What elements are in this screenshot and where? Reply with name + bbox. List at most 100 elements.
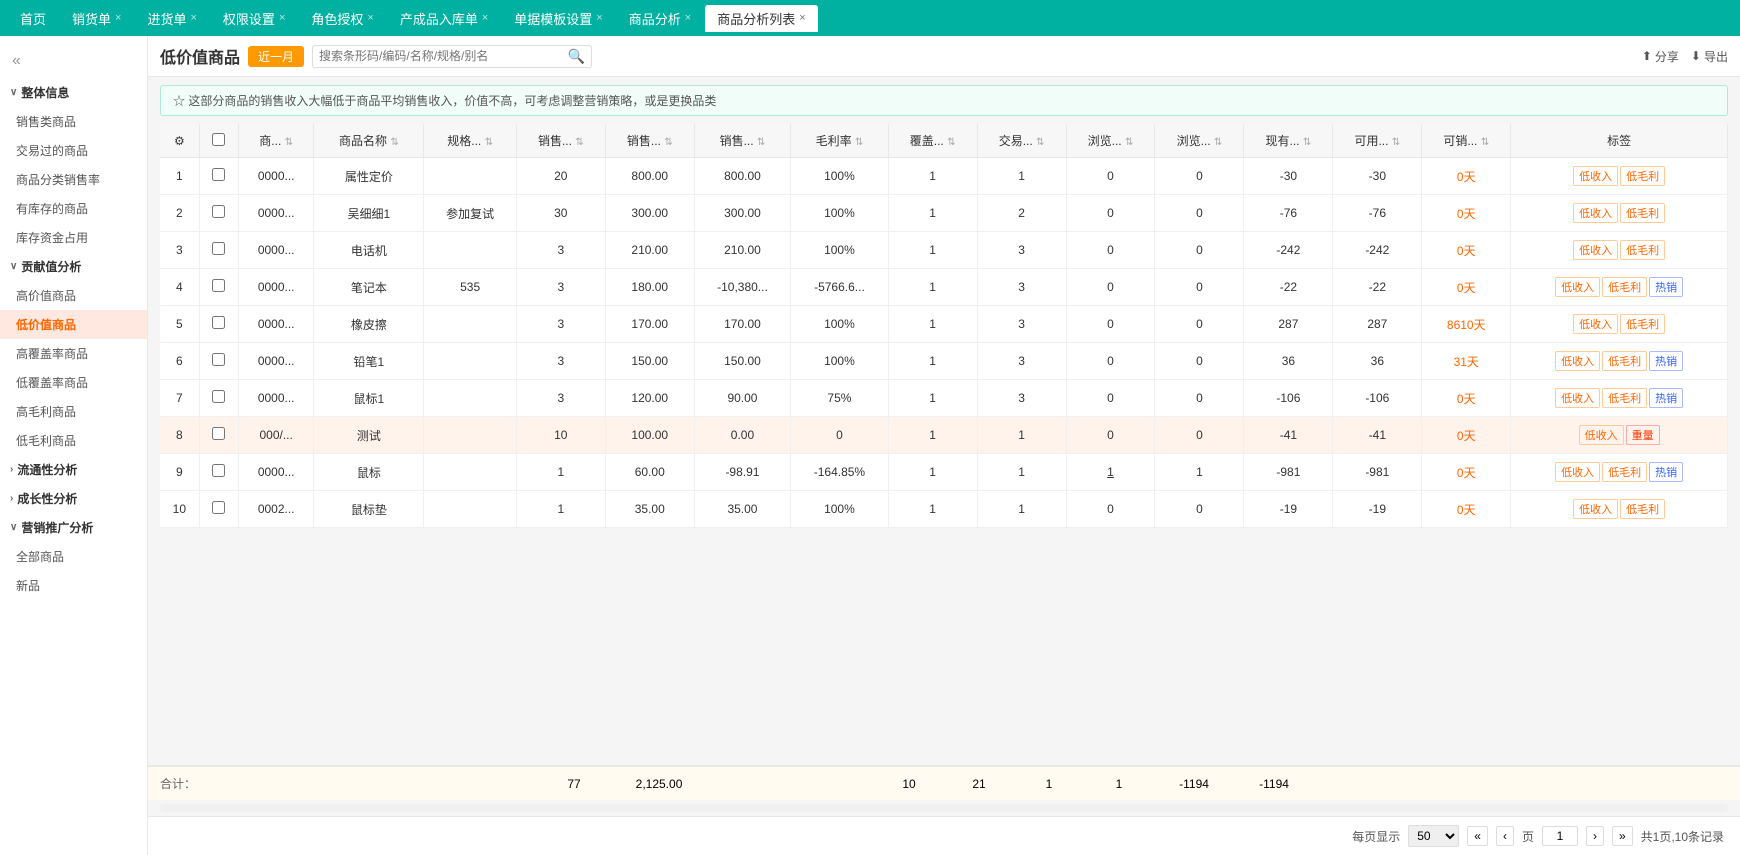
per-page-select[interactable]: 50 100 200 <box>1408 825 1459 847</box>
sidebar-group-overall[interactable]: ∨整体信息 <box>0 78 147 107</box>
th-checkbox[interactable] <box>199 124 238 158</box>
row-select[interactable] <box>212 353 225 366</box>
row-view1[interactable]: 0 <box>1066 491 1155 528</box>
sidebar-item-high-profit[interactable]: 高毛利商品 <box>0 397 147 426</box>
scroll-bar[interactable] <box>160 804 1728 812</box>
collapse-button[interactable]: « <box>8 48 25 74</box>
close-icon[interactable]: × <box>279 12 285 24</box>
export-button[interactable]: ⬇ 导出 <box>1691 48 1728 65</box>
nav-template[interactable]: 单据模板设置 × <box>502 5 614 32</box>
table-wrapper[interactable]: ⚙ 商... ⇅ 商品名称 ⇅ 规格... ⇅ 销售... ⇅ 销售... ⇅ … <box>148 124 1740 765</box>
row-no: 5 <box>160 306 199 343</box>
row-view1[interactable]: 0 <box>1066 158 1155 195</box>
next-page-button[interactable]: › <box>1586 826 1604 846</box>
sidebar-item-all-goods[interactable]: 全部商品 <box>0 542 147 571</box>
sidebar-item-category-rate[interactable]: 商品分类销售率 <box>0 165 147 194</box>
row-checkbox[interactable] <box>199 306 238 343</box>
row-select[interactable] <box>212 279 225 292</box>
close-icon[interactable]: × <box>190 12 196 24</box>
sidebar-item-low-value[interactable]: 低价值商品 <box>0 310 147 339</box>
sidebar-group-circulation[interactable]: ›流通性分析 <box>0 455 147 484</box>
row-checkbox[interactable] <box>199 195 238 232</box>
th-gross[interactable]: 毛利率 ⇅ <box>791 124 888 158</box>
search-icon[interactable]: 🔍 <box>568 48 585 65</box>
filter-button[interactable]: 近一月 <box>248 46 304 67</box>
row-view1[interactable]: 0 <box>1066 380 1155 417</box>
view1-link[interactable]: 1 <box>1107 465 1114 479</box>
th-s3[interactable]: 销售... ⇅ <box>694 124 790 158</box>
row-checkbox[interactable] <box>199 158 238 195</box>
share-button[interactable]: ⬆ 分享 <box>1642 48 1679 65</box>
th-trade[interactable]: 交易... ⇅ <box>977 124 1066 158</box>
sidebar-item-low-profit[interactable]: 低毛利商品 <box>0 426 147 455</box>
th-s2[interactable]: 销售... ⇅ <box>605 124 694 158</box>
close-icon[interactable]: × <box>685 12 691 24</box>
sidebar-item-stock-goods[interactable]: 有库存的商品 <box>0 194 147 223</box>
nav-permission[interactable]: 权限设置 × <box>211 5 297 32</box>
row-view2: 0 <box>1155 232 1244 269</box>
prev-page-button[interactable]: ‹ <box>1496 826 1514 846</box>
row-checkbox[interactable] <box>199 417 238 454</box>
nav-analysis-list[interactable]: 商品分析列表 × <box>705 5 817 32</box>
row-select[interactable] <box>212 427 225 440</box>
row-checkbox[interactable] <box>199 380 238 417</box>
row-view1[interactable]: 0 <box>1066 343 1155 380</box>
row-view1[interactable]: 1 <box>1066 454 1155 491</box>
th-days[interactable]: 可销... ⇅ <box>1422 124 1511 158</box>
sidebar-group-growth[interactable]: ›成长性分析 <box>0 484 147 513</box>
select-all-checkbox[interactable] <box>212 133 225 146</box>
page-input[interactable] <box>1542 826 1578 846</box>
row-view1[interactable]: 0 <box>1066 306 1155 343</box>
first-page-button[interactable]: « <box>1467 826 1488 846</box>
th-view2[interactable]: 浏览... ⇅ <box>1155 124 1244 158</box>
close-icon[interactable]: × <box>596 12 602 24</box>
row-select[interactable] <box>212 390 225 403</box>
row-checkbox[interactable] <box>199 454 238 491</box>
sidebar-item-new-goods[interactable]: 新品 <box>0 571 147 600</box>
th-view1[interactable]: 浏览... ⇅ <box>1066 124 1155 158</box>
nav-analysis[interactable]: 商品分析 × <box>617 5 703 32</box>
sidebar-item-high-coverage[interactable]: 高覆盖率商品 <box>0 339 147 368</box>
nav-purchase[interactable]: 进货单 × <box>135 5 208 32</box>
close-icon[interactable]: × <box>115 12 121 24</box>
table-row: 2 0000... 吴细细1 参加复试 30 300.00 300.00 100… <box>160 195 1728 232</box>
nav-role[interactable]: 角色授权 × <box>299 5 385 32</box>
th-name[interactable]: 商品名称 ⇅ <box>314 124 424 158</box>
row-select[interactable] <box>212 316 225 329</box>
sidebar-item-low-coverage[interactable]: 低覆盖率商品 <box>0 368 147 397</box>
search-input[interactable] <box>319 49 568 63</box>
th-cover[interactable]: 覆盖... ⇅ <box>888 124 977 158</box>
sidebar-item-stock-fund[interactable]: 库存资金占用 <box>0 223 147 252</box>
nav-product-in[interactable]: 产成品入库单 × <box>388 5 500 32</box>
th-settings[interactable]: ⚙ <box>160 124 199 158</box>
close-icon[interactable]: × <box>367 12 373 24</box>
row-checkbox[interactable] <box>199 343 238 380</box>
sidebar-group-marketing[interactable]: ∨营销推广分析 <box>0 513 147 542</box>
row-select[interactable] <box>212 464 225 477</box>
th-avail[interactable]: 可用... ⇅ <box>1333 124 1422 158</box>
close-icon[interactable]: × <box>482 12 488 24</box>
sidebar-item-sales-goods[interactable]: 销售类商品 <box>0 107 147 136</box>
row-checkbox[interactable] <box>199 491 238 528</box>
row-select[interactable] <box>212 205 225 218</box>
th-spec[interactable]: 规格... ⇅ <box>424 124 516 158</box>
row-view1[interactable]: 0 <box>1066 417 1155 454</box>
nav-sales[interactable]: 销货单 × <box>60 5 133 32</box>
row-view1[interactable]: 0 <box>1066 195 1155 232</box>
row-checkbox[interactable] <box>199 232 238 269</box>
row-view1[interactable]: 0 <box>1066 232 1155 269</box>
row-view1[interactable]: 0 <box>1066 269 1155 306</box>
last-page-button[interactable]: » <box>1612 826 1633 846</box>
row-checkbox[interactable] <box>199 269 238 306</box>
th-s1[interactable]: 销售... ⇅ <box>516 124 605 158</box>
th-stock[interactable]: 现有... ⇅ <box>1244 124 1333 158</box>
th-code[interactable]: 商... ⇅ <box>239 124 314 158</box>
sidebar-item-traded-goods[interactable]: 交易过的商品 <box>0 136 147 165</box>
sidebar-group-contribution[interactable]: ∨贡献值分析 <box>0 252 147 281</box>
row-select[interactable] <box>212 501 225 514</box>
row-select[interactable] <box>212 168 225 181</box>
row-select[interactable] <box>212 242 225 255</box>
close-icon[interactable]: × <box>799 12 805 24</box>
sidebar-item-high-value[interactable]: 高价值商品 <box>0 281 147 310</box>
nav-home[interactable]: 首页 <box>8 5 58 32</box>
